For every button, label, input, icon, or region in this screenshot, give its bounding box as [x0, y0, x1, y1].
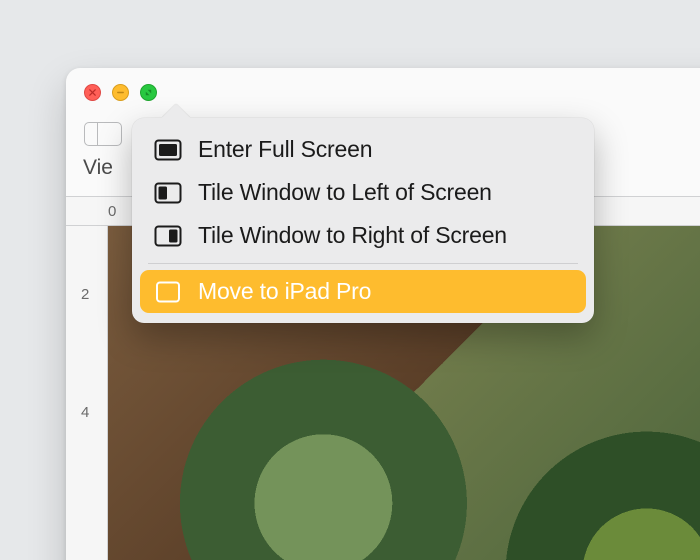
- window-fullscreen-button[interactable]: [140, 84, 157, 101]
- ruler-h-tick-0: 0: [108, 203, 116, 220]
- menu-item-label: Tile Window to Right of Screen: [198, 222, 507, 249]
- ruler-v-tick-4: 4: [81, 404, 89, 421]
- window-minimize-button[interactable]: [112, 84, 129, 101]
- menu-separator: [148, 263, 578, 264]
- ipad-icon: [154, 281, 182, 303]
- toggle-sidebar-icon[interactable]: [84, 122, 122, 146]
- tile-left-icon: [154, 182, 182, 204]
- menu-item-tile-right[interactable]: Tile Window to Right of Screen: [140, 214, 586, 257]
- toolbar-label-view: Vie: [83, 156, 113, 180]
- menu-item-label: Tile Window to Left of Screen: [198, 179, 492, 206]
- tile-right-icon: [154, 225, 182, 247]
- menu-item-tile-left[interactable]: Tile Window to Left of Screen: [140, 171, 586, 214]
- ruler-v-tick-2: 2: [81, 286, 89, 303]
- window-close-button[interactable]: [84, 84, 101, 101]
- fullscreen-icon: [154, 139, 182, 161]
- menu-item-label: Enter Full Screen: [198, 136, 372, 163]
- menu-item-label: Move to iPad Pro: [198, 278, 371, 305]
- menu-item-enter-full-screen[interactable]: Enter Full Screen: [140, 128, 586, 171]
- fullscreen-menu-popover: Enter Full Screen Tile Window to Left of…: [132, 118, 594, 323]
- ruler-vertical: 2 4: [66, 226, 108, 560]
- menu-item-move-to-ipad[interactable]: Move to iPad Pro: [140, 270, 586, 313]
